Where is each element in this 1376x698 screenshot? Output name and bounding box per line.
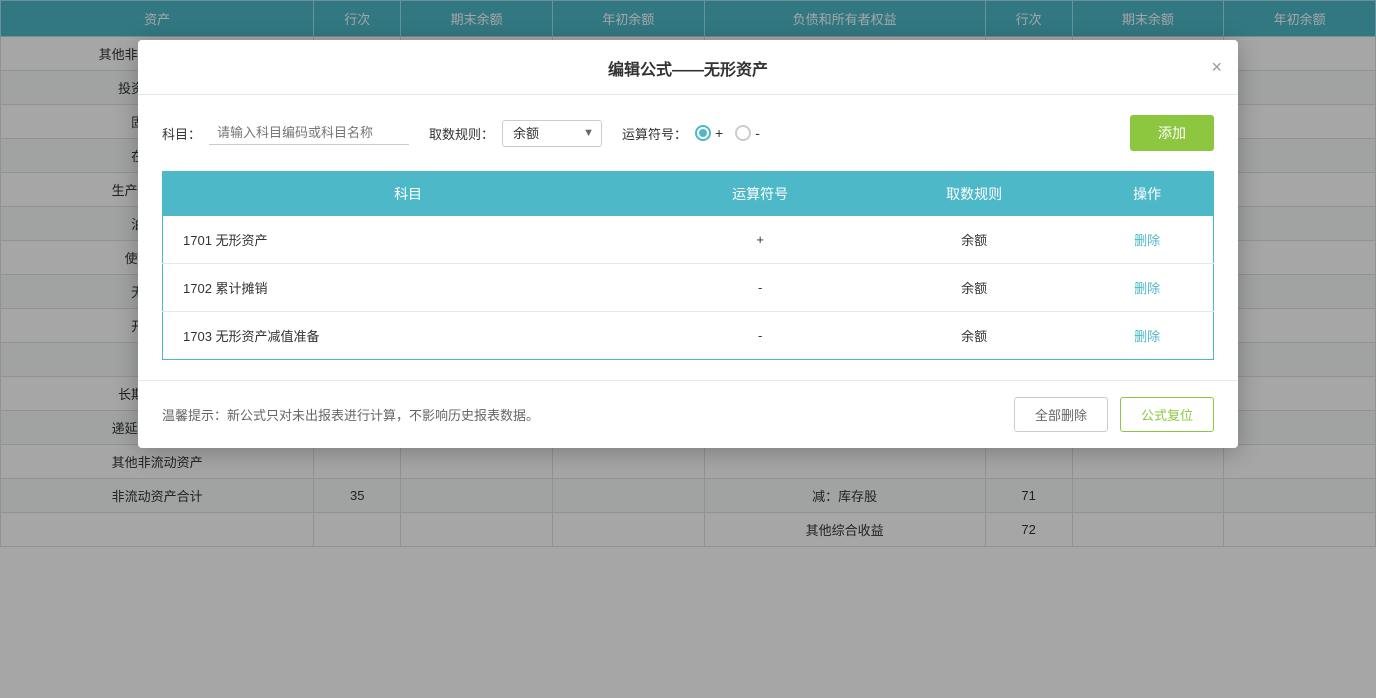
table-header-row: 科目 运算符号 取数规则 操作: [163, 172, 1214, 217]
delete-row-button[interactable]: 删除: [1134, 281, 1160, 296]
modal-header: 编辑公式——无形资产 ×: [138, 40, 1238, 95]
operator-radio-group: + -: [695, 125, 760, 141]
rule-select-wrapper: 余额 借方 贷方 借方发生额 贷方发生额 ▼: [502, 120, 602, 147]
form-row: 科目： 取数规则： 余额 借方 贷方 借方发生额 贷方发生额 ▼: [162, 115, 1214, 151]
subject-label: 科目：: [162, 124, 201, 143]
operator-plus-radio[interactable]: +: [695, 125, 723, 141]
formula-operator: -: [653, 312, 867, 360]
table-col-operator: 运算符号: [653, 172, 867, 217]
subject-input[interactable]: [209, 121, 409, 145]
operator-minus-radio[interactable]: -: [735, 125, 760, 141]
rule-select[interactable]: 余额 借方 贷方 借方发生额 贷方发生额: [502, 120, 602, 147]
formula-action: 删除: [1081, 312, 1213, 360]
reset-formula-button[interactable]: 公式复位: [1120, 397, 1214, 432]
rule-group: 取数规则： 余额 借方 贷方 借方发生额 贷方发生额 ▼: [429, 120, 602, 147]
delete-all-button[interactable]: 全部删除: [1014, 397, 1108, 432]
table-col-rule: 取数规则: [867, 172, 1081, 217]
operator-label: 运算符号：: [622, 124, 687, 143]
formula-rule: 余额: [867, 312, 1081, 360]
radio-plus-circle: [695, 125, 711, 141]
rule-label: 取数规则：: [429, 124, 494, 143]
formula-action: 删除: [1081, 264, 1213, 312]
formula-table-body: 1701 无形资产+余额删除1702 累计摊销-余额删除1703 无形资产减值准…: [163, 216, 1214, 360]
footer-buttons: 全部删除 公式复位: [1014, 397, 1214, 432]
formula-subject: 1701 无形资产: [163, 216, 654, 264]
formula-rule: 余额: [867, 216, 1081, 264]
operator-minus-label: -: [755, 125, 760, 141]
formula-action: 删除: [1081, 216, 1213, 264]
formula-subject: 1702 累计摊销: [163, 264, 654, 312]
formula-table: 科目 运算符号 取数规则 操作 1701 无形资产+余额删除1702 累计摊销-…: [162, 171, 1214, 360]
formula-row: 1702 累计摊销-余额 删除: [163, 264, 1214, 312]
formula-operator: -: [653, 264, 867, 312]
formula-row: 1703 无形资产减值准备-余额 删除: [163, 312, 1214, 360]
delete-row-button[interactable]: 删除: [1134, 233, 1160, 248]
formula-subject: 1703 无形资产减值准备: [163, 312, 654, 360]
formula-rule: 余额: [867, 264, 1081, 312]
delete-row-button[interactable]: 删除: [1134, 329, 1160, 344]
subject-group: 科目：: [162, 121, 409, 145]
add-button[interactable]: 添加: [1130, 115, 1214, 151]
modal-overlay: 编辑公式——无形资产 × 科目： 取数规则： 余额 借方 贷方: [0, 0, 1376, 698]
table-col-action: 操作: [1081, 172, 1213, 217]
formula-row: 1701 无形资产+余额 删除: [163, 216, 1214, 264]
tip-text: 温馨提示：新公式只对未出报表进行计算，不影响历史报表数据。: [162, 405, 539, 424]
modal-dialog: 编辑公式——无形资产 × 科目： 取数规则： 余额 借方 贷方: [138, 40, 1238, 448]
operator-plus-label: +: [715, 125, 723, 141]
modal-title: 编辑公式——无形资产: [608, 62, 768, 79]
table-col-subject: 科目: [163, 172, 654, 217]
modal-body: 科目： 取数规则： 余额 借方 贷方 借方发生额 贷方发生额 ▼: [138, 95, 1238, 380]
modal-footer: 温馨提示：新公式只对未出报表进行计算，不影响历史报表数据。 全部删除 公式复位: [138, 380, 1238, 448]
operator-group: 运算符号： + -: [622, 124, 760, 143]
formula-operator: +: [653, 216, 867, 264]
radio-minus-circle: [735, 125, 751, 141]
modal-close-button[interactable]: ×: [1211, 58, 1222, 76]
